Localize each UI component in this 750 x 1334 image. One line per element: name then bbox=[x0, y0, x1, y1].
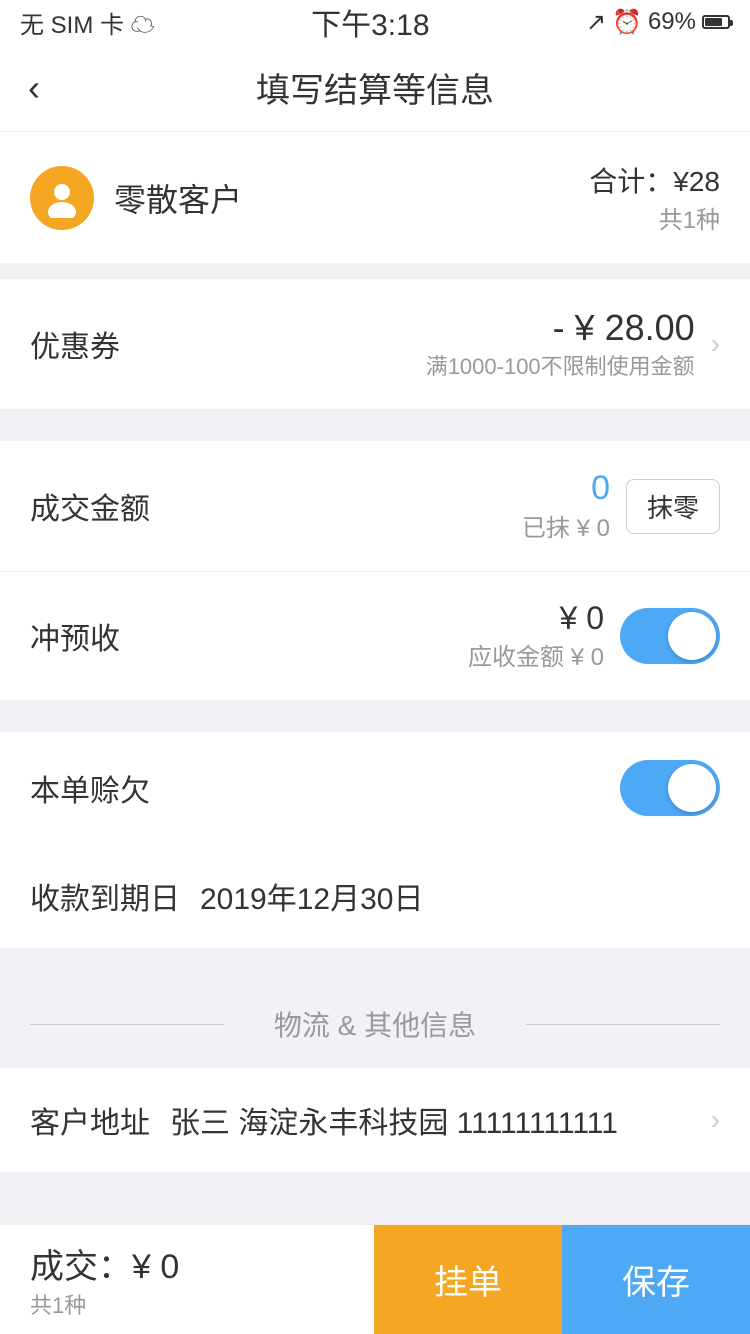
section-divider-1 bbox=[0, 425, 750, 441]
deal-amount-row: 成交金额 0 已抹 ¥ 0 抹零 bbox=[0, 441, 750, 571]
bottom-summary: 成交：¥ 0 共1种 bbox=[0, 1239, 374, 1320]
bottom-deal-label: 成交： bbox=[30, 1248, 132, 1286]
logistics-line-left bbox=[30, 1024, 224, 1025]
prepayment-label: 冲预收 bbox=[30, 614, 120, 658]
prepayment-right: ¥ 0 应收金额 ¥ 0 bbox=[468, 600, 720, 672]
section-divider-3 bbox=[0, 964, 750, 980]
coupon-right: - ¥ 28.00 满1000-100不限制使用金额 › bbox=[426, 307, 720, 381]
coupon-section: 优惠券 - ¥ 28.00 满1000-100不限制使用金额 › bbox=[0, 279, 750, 409]
deal-section: 成交金额 0 已抹 ¥ 0 抹零 冲预收 ¥ 0 应收金额 ¥ 0 bbox=[0, 441, 750, 700]
debt-label: 本单赊欠 bbox=[30, 766, 150, 810]
battery-percent: 69% bbox=[648, 8, 696, 36]
customer-section: 零散客户 合计：¥28 共1种 bbox=[0, 132, 750, 263]
alarm-icon: ⏰ bbox=[612, 8, 642, 37]
avatar bbox=[30, 166, 94, 230]
round-button[interactable]: 抹零 bbox=[626, 479, 720, 534]
prepayment-value-block: ¥ 0 应收金额 ¥ 0 bbox=[468, 600, 604, 672]
customer-name: 零散客户 bbox=[114, 175, 242, 221]
customer-count: 共1种 bbox=[589, 200, 720, 235]
back-button[interactable]: ‹ bbox=[28, 67, 40, 109]
debt-toggle-circle bbox=[668, 764, 716, 812]
customer-right: 合计：¥28 共1种 bbox=[589, 160, 720, 235]
hold-button[interactable]: 挂单 bbox=[374, 1225, 562, 1334]
prepayment-value: ¥ 0 bbox=[468, 600, 604, 637]
address-section: 客户地址 张三 海淀永丰科技园 11111111111 › bbox=[0, 1068, 750, 1172]
content: 零散客户 合计：¥28 共1种 优惠券 - ¥ 28.00 满1000-100不… bbox=[0, 132, 750, 1298]
address-value: 张三 海淀永丰科技园 11111111111 bbox=[170, 1098, 691, 1142]
status-time: 下午3:18 bbox=[311, 0, 429, 44]
debt-row: 本单赊欠 bbox=[0, 732, 750, 844]
chevron-right-icon: › bbox=[711, 328, 720, 360]
bottom-bar: 成交：¥ 0 共1种 挂单 保存 bbox=[0, 1224, 750, 1334]
nav-bar: ‹ 填写结算等信息 bbox=[0, 44, 750, 132]
coupon-label: 优惠券 bbox=[30, 322, 120, 366]
due-date-label: 收款到期日 bbox=[30, 874, 180, 918]
logistics-line-right bbox=[526, 1024, 720, 1025]
bottom-deal-text: 成交：¥ 0 bbox=[30, 1239, 344, 1288]
battery-icon bbox=[702, 15, 730, 29]
page-title: 填写结算等信息 bbox=[256, 63, 494, 112]
save-button[interactable]: 保存 bbox=[562, 1225, 750, 1334]
deal-amount-value-block: 0 已抹 ¥ 0 bbox=[522, 469, 610, 543]
bottom-deal-value: ¥ 0 bbox=[132, 1248, 179, 1286]
coupon-discount: - ¥ 28.00 bbox=[426, 307, 695, 349]
customer-row: 零散客户 合计：¥28 共1种 bbox=[0, 132, 750, 263]
logistics-header: 物流 & 其他信息 bbox=[0, 980, 750, 1068]
sim-status: 无 SIM 卡 ☁ bbox=[20, 5, 155, 40]
logistics-label: 物流 & 其他信息 bbox=[274, 1004, 476, 1044]
section-divider-2 bbox=[0, 716, 750, 732]
address-row[interactable]: 客户地址 张三 海淀永丰科技园 11111111111 › bbox=[0, 1068, 750, 1172]
prepayment-row: 冲预收 ¥ 0 应收金额 ¥ 0 bbox=[0, 571, 750, 700]
due-date-row: 收款到期日 2019年12月30日 bbox=[0, 844, 750, 948]
deal-amount-value: 0 bbox=[522, 469, 610, 508]
debt-section: 本单赊欠 收款到期日 2019年12月30日 bbox=[0, 732, 750, 948]
customer-total: 合计：¥28 bbox=[589, 160, 720, 200]
deal-amount-right: 0 已抹 ¥ 0 抹零 bbox=[522, 469, 720, 543]
address-chevron-icon: › bbox=[711, 1104, 720, 1136]
toggle-circle bbox=[668, 612, 716, 660]
address-label: 客户地址 bbox=[30, 1098, 150, 1142]
debt-toggle[interactable] bbox=[620, 760, 720, 816]
due-date-value: 2019年12月30日 bbox=[200, 874, 423, 918]
location-icon: ↗ bbox=[586, 8, 606, 37]
status-bar: 无 SIM 卡 ☁ 下午3:18 ↗ ⏰ 69% bbox=[0, 0, 750, 44]
prepayment-toggle[interactable] bbox=[620, 608, 720, 664]
coupon-row[interactable]: 优惠券 - ¥ 28.00 满1000-100不限制使用金额 › bbox=[0, 279, 750, 409]
customer-left: 零散客户 bbox=[30, 166, 242, 230]
bottom-count: 共1种 bbox=[30, 1288, 344, 1320]
deal-amount-label: 成交金额 bbox=[30, 484, 150, 528]
status-left: 无 SIM 卡 ☁ bbox=[20, 5, 155, 40]
status-right: ↗ ⏰ 69% bbox=[586, 8, 730, 37]
coupon-value-block: - ¥ 28.00 满1000-100不限制使用金额 bbox=[426, 307, 695, 381]
deal-amount-sub: 已抹 ¥ 0 bbox=[522, 508, 610, 543]
coupon-description: 满1000-100不限制使用金额 bbox=[426, 349, 695, 381]
prepayment-sub: 应收金额 ¥ 0 bbox=[468, 637, 604, 672]
debt-right bbox=[620, 760, 720, 816]
